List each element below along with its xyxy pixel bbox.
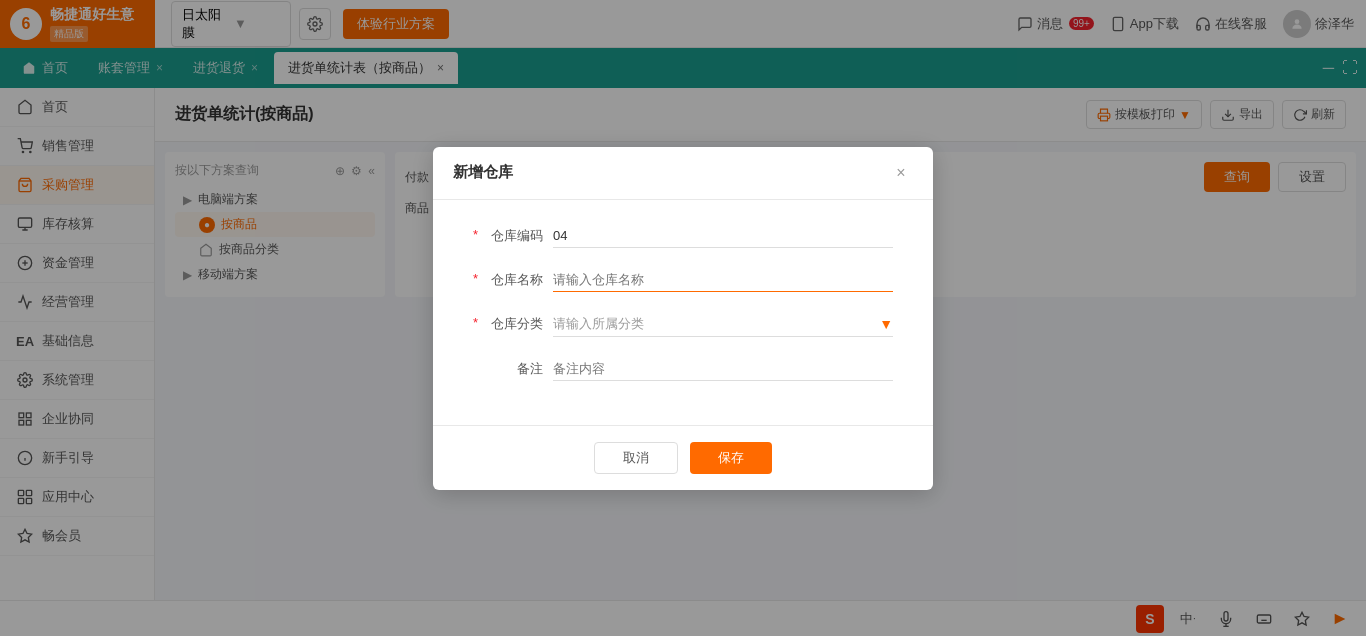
dialog-body: 仓库编码 仓库名称 仓库分类 请输入所属分类 [433, 200, 933, 425]
save-button[interactable]: 保存 [690, 442, 772, 474]
warehouse-name-label: 仓库名称 [473, 271, 553, 289]
dialog-title: 新增仓库 [453, 163, 513, 182]
select-arrow-icon: ▼ [879, 316, 893, 332]
modal-overlay[interactable]: 新增仓库 × 仓库编码 仓库名称 仓库分类 [0, 0, 1366, 636]
remark-input[interactable] [553, 357, 893, 381]
warehouse-category-select-wrapper: 请输入所属分类 ▼ [553, 312, 893, 337]
warehouse-code-row: 仓库编码 [473, 224, 893, 248]
dialog-close-button[interactable]: × [889, 161, 913, 185]
cancel-button[interactable]: 取消 [594, 442, 678, 474]
warehouse-code-label: 仓库编码 [473, 227, 553, 245]
dialog-footer: 取消 保存 [433, 425, 933, 490]
dialog-header: 新增仓库 × [433, 147, 933, 200]
warehouse-name-input[interactable] [553, 268, 893, 292]
warehouse-category-label: 仓库分类 [473, 315, 553, 333]
warehouse-category-select[interactable]: 请输入所属分类 [553, 316, 879, 331]
remark-label: 备注 [473, 360, 553, 378]
new-warehouse-dialog: 新增仓库 × 仓库编码 仓库名称 仓库分类 [433, 147, 933, 490]
warehouse-code-input[interactable] [553, 224, 893, 248]
warehouse-category-row: 仓库分类 请输入所属分类 ▼ [473, 312, 893, 337]
remark-row: 备注 [473, 357, 893, 381]
warehouse-name-row: 仓库名称 [473, 268, 893, 292]
